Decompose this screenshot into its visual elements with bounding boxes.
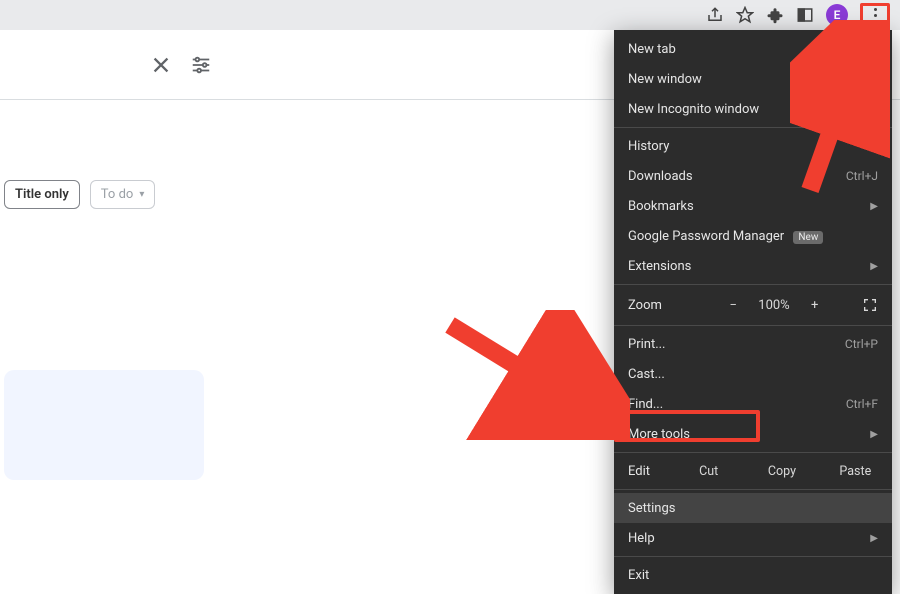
menu-label: Exit bbox=[628, 568, 649, 583]
filter-label: To do bbox=[101, 187, 134, 202]
chevron-right-icon: ▶ bbox=[870, 261, 878, 272]
menu-separator bbox=[614, 127, 892, 128]
browser-toolbar: E bbox=[0, 0, 900, 30]
menu-item-history[interactable]: History ▶ bbox=[614, 131, 892, 161]
chevron-right-icon: ▶ bbox=[870, 141, 878, 152]
menu-shortcut: Ctrl+N bbox=[844, 72, 878, 86]
menu-label: New tab bbox=[628, 42, 676, 57]
menu-separator bbox=[614, 284, 892, 285]
menu-shortcut: Ctrl+T bbox=[845, 42, 878, 56]
menu-label: History bbox=[628, 139, 669, 154]
zoom-value: 100% bbox=[758, 298, 789, 313]
menu-item-zoom: Zoom − 100% + bbox=[614, 288, 892, 322]
chrome-menu: New tab Ctrl+T New window Ctrl+N New Inc… bbox=[614, 30, 892, 594]
chevron-right-icon: ▶ bbox=[870, 201, 878, 212]
star-icon[interactable] bbox=[736, 6, 754, 24]
menu-item-help[interactable]: Help ▶ bbox=[614, 523, 892, 553]
menu-item-find[interactable]: Find... Ctrl+F bbox=[614, 389, 892, 419]
menu-shortcut: Ctrl+F bbox=[846, 397, 878, 411]
menu-label: Edit bbox=[614, 464, 672, 479]
profile-avatar[interactable]: E bbox=[826, 4, 848, 26]
chevron-right-icon: ▶ bbox=[870, 533, 878, 544]
panel-icon[interactable] bbox=[796, 6, 814, 24]
menu-label: Google Password Manager New bbox=[628, 229, 823, 244]
kebab-icon bbox=[874, 6, 877, 24]
menu-item-exit[interactable]: Exit bbox=[614, 560, 892, 590]
menu-label: Cast... bbox=[628, 367, 665, 382]
menu-item-bookmarks[interactable]: Bookmarks ▶ bbox=[614, 191, 892, 221]
menu-label: Print... bbox=[628, 337, 665, 352]
menu-item-print[interactable]: Print... Ctrl+P bbox=[614, 329, 892, 359]
menu-text: Google Password Manager bbox=[628, 229, 784, 244]
zoom-out-button[interactable]: − bbox=[724, 298, 742, 313]
menu-label: Downloads bbox=[628, 169, 693, 184]
menu-item-incognito[interactable]: New Incognito window Shift+N bbox=[614, 94, 892, 124]
edit-paste-button[interactable]: Paste bbox=[819, 464, 892, 479]
menu-label: More tools bbox=[628, 427, 690, 442]
menu-item-new-tab[interactable]: New tab Ctrl+T bbox=[614, 34, 892, 64]
new-badge: New bbox=[793, 231, 823, 244]
menu-shortcut: Ctrl+P bbox=[845, 337, 878, 351]
annotation-arrow-settings bbox=[430, 310, 630, 440]
close-icon[interactable] bbox=[150, 54, 172, 76]
fullscreen-icon[interactable] bbox=[862, 297, 878, 313]
filter-row: Title only To do ▾ bbox=[4, 180, 155, 209]
content-card bbox=[4, 370, 204, 480]
tune-sliders-icon[interactable] bbox=[190, 54, 212, 76]
zoom-in-button[interactable]: + bbox=[806, 298, 824, 313]
menu-label: Settings bbox=[628, 501, 675, 516]
menu-item-new-window[interactable]: New window Ctrl+N bbox=[614, 64, 892, 94]
chrome-menu-button[interactable] bbox=[860, 3, 890, 27]
menu-item-downloads[interactable]: Downloads Ctrl+J bbox=[614, 161, 892, 191]
share-icon[interactable] bbox=[706, 6, 724, 24]
menu-item-settings[interactable]: Settings bbox=[614, 493, 892, 523]
edit-copy-button[interactable]: Copy bbox=[745, 464, 818, 479]
extensions-puzzle-icon[interactable] bbox=[766, 6, 784, 24]
filter-title-only[interactable]: Title only bbox=[4, 180, 80, 209]
menu-item-extensions[interactable]: Extensions ▶ bbox=[614, 251, 892, 281]
menu-separator bbox=[614, 489, 892, 490]
chevron-right-icon: ▶ bbox=[870, 429, 878, 440]
filter-label: Title only bbox=[15, 187, 69, 202]
menu-label: New Incognito window bbox=[628, 102, 759, 117]
edit-cut-button[interactable]: Cut bbox=[672, 464, 745, 479]
menu-separator bbox=[614, 325, 892, 326]
menu-label: Extensions bbox=[628, 259, 691, 274]
menu-separator bbox=[614, 556, 892, 557]
menu-shortcut: Ctrl+J bbox=[846, 169, 878, 183]
menu-label: Bookmarks bbox=[628, 199, 694, 214]
menu-separator bbox=[614, 452, 892, 453]
menu-item-cast[interactable]: Cast... bbox=[614, 359, 892, 389]
chevron-down-icon: ▾ bbox=[139, 189, 144, 200]
filter-todo-dropdown[interactable]: To do ▾ bbox=[90, 180, 156, 209]
menu-item-more-tools[interactable]: More tools ▶ bbox=[614, 419, 892, 449]
menu-shortcut: Shift+N bbox=[838, 102, 878, 116]
menu-label: New window bbox=[628, 72, 702, 87]
menu-item-password-manager[interactable]: Google Password Manager New bbox=[614, 221, 892, 251]
menu-label: Zoom bbox=[628, 298, 686, 313]
menu-label: Find... bbox=[628, 397, 663, 412]
menu-label: Help bbox=[628, 531, 655, 546]
menu-item-edit: Edit Cut Copy Paste bbox=[614, 456, 892, 486]
